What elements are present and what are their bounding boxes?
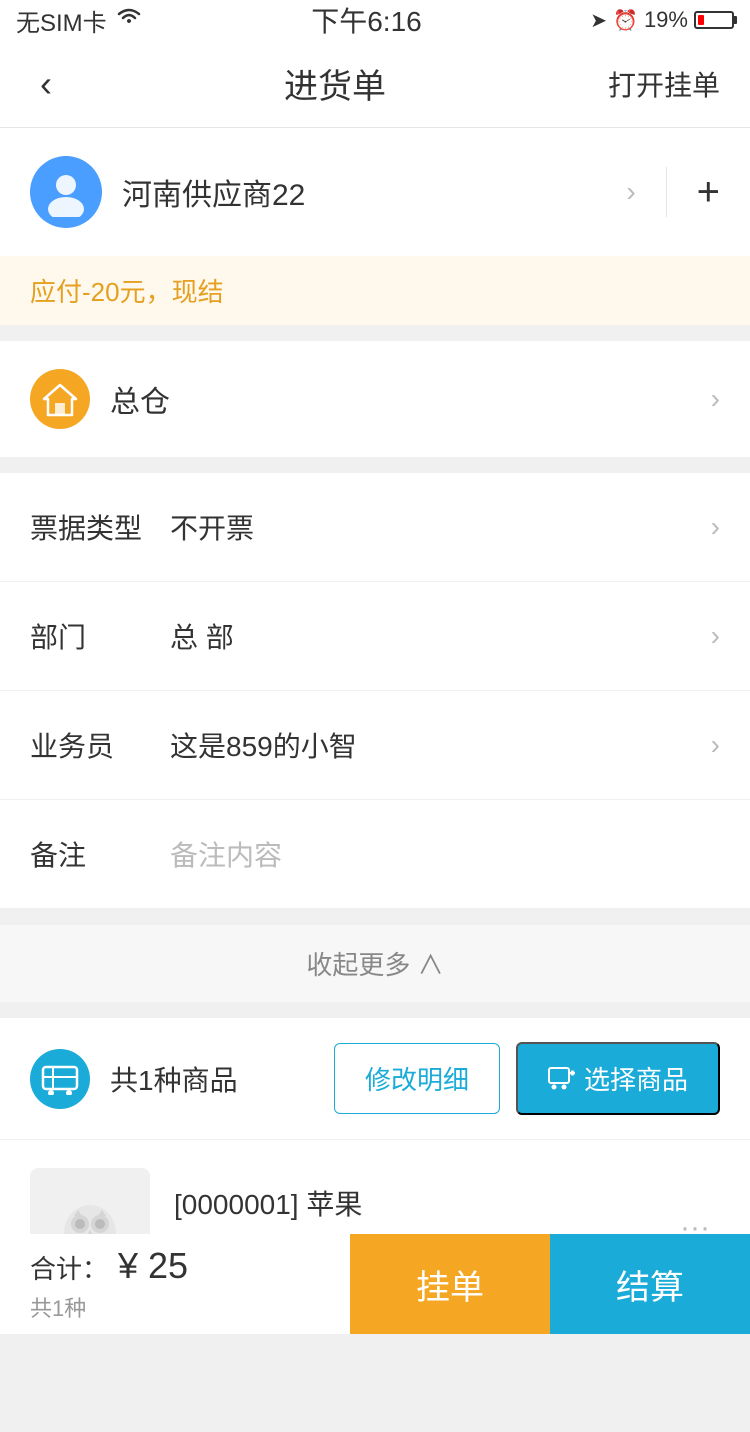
sales-person-row[interactable]: 业务员 这是859的小智 ›: [0, 691, 750, 800]
cart-add-icon: [548, 1065, 576, 1093]
chevron-right-icon: ›: [711, 383, 720, 415]
total-amount: ¥ 25: [118, 1245, 188, 1287]
open-hang-button[interactable]: 打开挂单: [608, 64, 720, 104]
remark-label: 备注: [30, 834, 170, 874]
chevron-right-icon: ›: [711, 511, 720, 543]
credit-notice: 应付-20元，现结: [0, 256, 750, 325]
footer: 合计： ¥ 25 共1种 挂单 结算: [0, 1234, 750, 1334]
nav-bar: ‹ 进货单 打开挂单: [0, 40, 750, 128]
product-title: 苹果: [306, 1189, 362, 1220]
warehouse-name: 总仓: [110, 377, 711, 421]
department-row[interactable]: 部门 总 部 ›: [0, 582, 750, 691]
carrier-label: 无SIM卡: [16, 3, 107, 38]
status-time: 下午6:16: [311, 0, 422, 40]
person-icon: [41, 167, 91, 217]
collapse-row[interactable]: 收起更多 ∧: [0, 925, 750, 1002]
back-button[interactable]: ‹: [30, 53, 62, 115]
invoice-type-label: 票据类型: [30, 507, 170, 547]
home-icon: [42, 381, 78, 417]
battery-icon: [694, 11, 734, 29]
select-product-label: 选择商品: [584, 1060, 688, 1097]
product-count-label: 共1种商品: [110, 1059, 334, 1099]
sales-person-label: 业务员: [30, 725, 170, 765]
checkout-button[interactable]: 结算: [550, 1234, 750, 1334]
supplier-avatar: [30, 156, 102, 228]
location-icon: ➤: [590, 8, 607, 33]
form-section: 票据类型 不开票 › 部门 总 部 › 业务员 这是859的小智 › 备注 备注…: [0, 473, 750, 909]
divider: [666, 167, 667, 217]
cart-icon: [41, 1063, 79, 1095]
supplier-right: › +: [626, 167, 720, 217]
remark-row[interactable]: 备注 备注内容: [0, 800, 750, 909]
hang-button[interactable]: 挂单: [350, 1234, 550, 1334]
page-title: 进货单: [284, 59, 386, 108]
department-value: 总 部: [170, 616, 711, 656]
sales-person-value: 这是859的小智: [170, 725, 711, 765]
chevron-right-icon: ›: [711, 620, 720, 652]
remark-placeholder: 备注内容: [170, 834, 720, 874]
chevron-right-icon: ›: [626, 176, 635, 208]
product-id: [0000001]: [174, 1189, 306, 1220]
add-button[interactable]: +: [697, 170, 720, 215]
wifi-icon: [115, 6, 143, 34]
status-left: 无SIM卡: [16, 3, 143, 38]
warehouse-icon: [30, 369, 90, 429]
total-label: 合计：: [30, 1249, 108, 1286]
supplier-section: 河南供应商22 › + 应付-20元，现结: [0, 128, 750, 325]
invoice-type-row[interactable]: 票据类型 不开票 ›: [0, 473, 750, 582]
product-name: [0000001] 苹果: [174, 1183, 646, 1223]
battery-percent: 19%: [644, 7, 688, 33]
status-bar: 无SIM卡 下午6:16 ➤ ⏰ 19%: [0, 0, 750, 40]
supplier-row[interactable]: 河南供应商22 › +: [0, 128, 750, 256]
alarm-icon: ⏰: [613, 8, 638, 33]
total-sub: 共1种: [30, 1291, 320, 1323]
product-header: 共1种商品 修改明细 选择商品: [0, 1018, 750, 1140]
status-right: ➤ ⏰ 19%: [590, 7, 734, 33]
product-count-icon: [30, 1049, 90, 1109]
chevron-right-icon: ›: [711, 729, 720, 761]
department-label: 部门: [30, 616, 170, 656]
edit-detail-button[interactable]: 修改明细: [334, 1043, 500, 1114]
invoice-type-value: 不开票: [170, 507, 711, 547]
select-product-button[interactable]: 选择商品: [516, 1042, 720, 1115]
warehouse-section[interactable]: 总仓 ›: [0, 341, 750, 457]
total-row: 合计： ¥ 25: [30, 1245, 320, 1287]
footer-total: 合计： ¥ 25 共1种: [0, 1245, 350, 1323]
collapse-label: 收起更多 ∧: [306, 950, 443, 980]
supplier-name: 河南供应商22: [122, 170, 626, 214]
